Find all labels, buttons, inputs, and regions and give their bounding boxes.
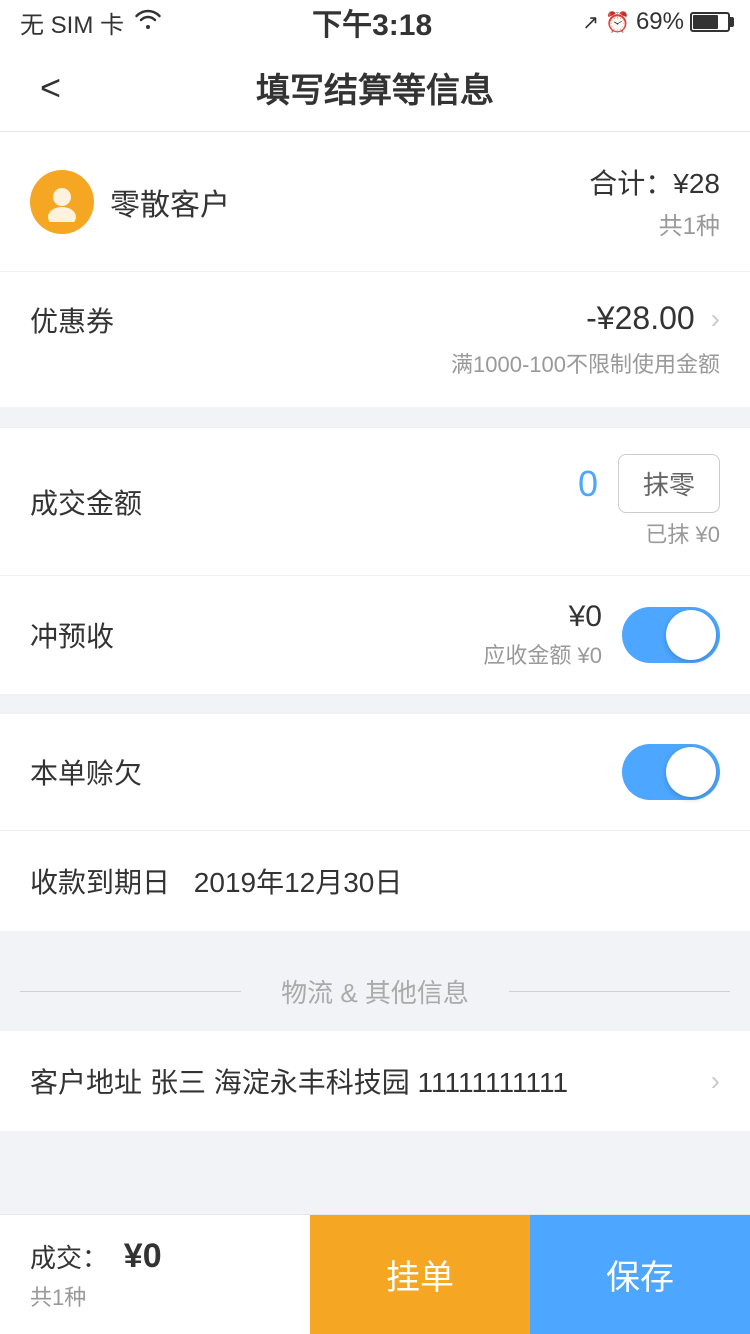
due-date-label: 收款到期日: [30, 867, 170, 898]
footer-deal-info: 成交： ¥0 共1种: [0, 1237, 310, 1312]
customer-total: 合计：¥28: [589, 162, 720, 202]
footer-deal-label: 成交：: [30, 1243, 108, 1273]
coupon-right: -¥28.00 › 满1000-100不限制使用金额: [451, 300, 720, 379]
debt-section: 本单赊欠 收款到期日 2019年12月30日: [0, 714, 750, 931]
due-date-value: 2019年12月30日: [194, 867, 403, 898]
coupon-sub: 满1000-100不限制使用金额: [451, 347, 720, 379]
customer-info: 零散客户: [30, 170, 230, 234]
carrier-text: 无 SIM 卡: [20, 5, 124, 40]
wifi-icon: [134, 8, 162, 36]
coupon-row[interactable]: 优惠券 -¥28.00 › 满1000-100不限制使用金额: [0, 271, 750, 407]
transaction-amount[interactable]: 0: [578, 463, 598, 505]
footer-deal-amount: ¥0: [124, 1237, 162, 1275]
debt-toggle[interactable]: [622, 744, 720, 800]
address-label: 客户地址: [30, 1061, 150, 1101]
alarm-icon: ⏰: [605, 10, 630, 35]
debt-label: 本单赊欠: [30, 752, 142, 792]
advance-label: 冲预收: [30, 615, 114, 655]
customer-section: 零散客户 合计：¥28 共1种: [0, 132, 750, 271]
footer: 成交： ¥0 共1种 挂单 保存: [0, 1214, 750, 1334]
round-off-button[interactable]: 抹零: [618, 454, 720, 513]
address-value: 张三 海淀永丰科技园 11111111111: [150, 1061, 695, 1101]
divider-1: [0, 407, 750, 427]
coupon-chevron: ›: [711, 303, 720, 335]
advance-row: 冲预收 ¥0 应收金额 ¥0: [0, 575, 750, 694]
coupon-discount: -¥28.00: [586, 300, 695, 337]
logistics-divider: 物流 & 其他信息: [0, 951, 750, 1031]
battery-icon: [690, 12, 730, 32]
location-icon: ↗: [582, 10, 599, 35]
customer-count: 共1种: [589, 206, 720, 241]
coupon-label: 优惠券: [30, 300, 114, 340]
divider-line-right: [509, 991, 730, 992]
transaction-row: 成交金额 0 抹零 已抹 ¥0: [0, 427, 750, 575]
address-row[interactable]: 客户地址 张三 海淀永丰科技园 11111111111 ›: [0, 1031, 750, 1131]
customer-name: 零散客户: [110, 180, 230, 224]
address-section: 客户地址 张三 海淀永丰科技园 11111111111 ›: [0, 1031, 750, 1131]
debt-toggle-knob: [666, 747, 716, 797]
advance-toggle[interactable]: [622, 607, 720, 663]
advance-values: ¥0 应收金额 ¥0: [483, 600, 602, 670]
address-chevron: ›: [711, 1065, 720, 1097]
divider-2: [0, 694, 750, 714]
status-bar: 无 SIM 卡 下午3:18 ↗ ⏰ 69%: [0, 0, 750, 44]
due-date-content: 收款到期日 2019年12月30日: [30, 867, 402, 898]
status-time: 下午3:18: [312, 0, 432, 44]
status-right: ↗ ⏰ 69%: [582, 8, 730, 36]
page-title: 填写结算等信息: [256, 63, 494, 112]
customer-total-info: 合计：¥28 共1种: [589, 162, 720, 241]
save-button[interactable]: 保存: [530, 1215, 750, 1334]
divider-3: [0, 931, 750, 951]
debt-row: 本单赊欠: [0, 714, 750, 830]
nav-bar: < 填写结算等信息: [0, 44, 750, 132]
coupon-section: 优惠券 -¥28.00 › 满1000-100不限制使用金额: [0, 271, 750, 407]
status-left: 无 SIM 卡: [20, 5, 162, 40]
transaction-label: 成交金额: [30, 482, 142, 522]
transaction-section: 成交金额 0 抹零 已抹 ¥0 冲预收 ¥0 应收金额 ¥0: [0, 427, 750, 694]
footer-deal-row: 成交： ¥0: [30, 1237, 280, 1276]
transaction-already-rounded: 已抹 ¥0: [645, 517, 720, 549]
logistics-label: 物流 & 其他信息: [261, 973, 489, 1010]
customer-row: 零散客户 合计：¥28 共1种: [0, 132, 750, 271]
customer-avatar: [30, 170, 94, 234]
footer-deal-count: 共1种: [30, 1280, 280, 1312]
advance-amount: ¥0: [483, 600, 602, 634]
battery-percent: 69%: [636, 8, 684, 36]
toggle-knob: [666, 610, 716, 660]
back-button[interactable]: <: [30, 57, 71, 119]
advance-receivable: 应收金额 ¥0: [483, 638, 602, 670]
divider-line-left: [20, 991, 241, 992]
due-date-row[interactable]: 收款到期日 2019年12月30日: [0, 830, 750, 931]
hold-button[interactable]: 挂单: [310, 1215, 530, 1334]
